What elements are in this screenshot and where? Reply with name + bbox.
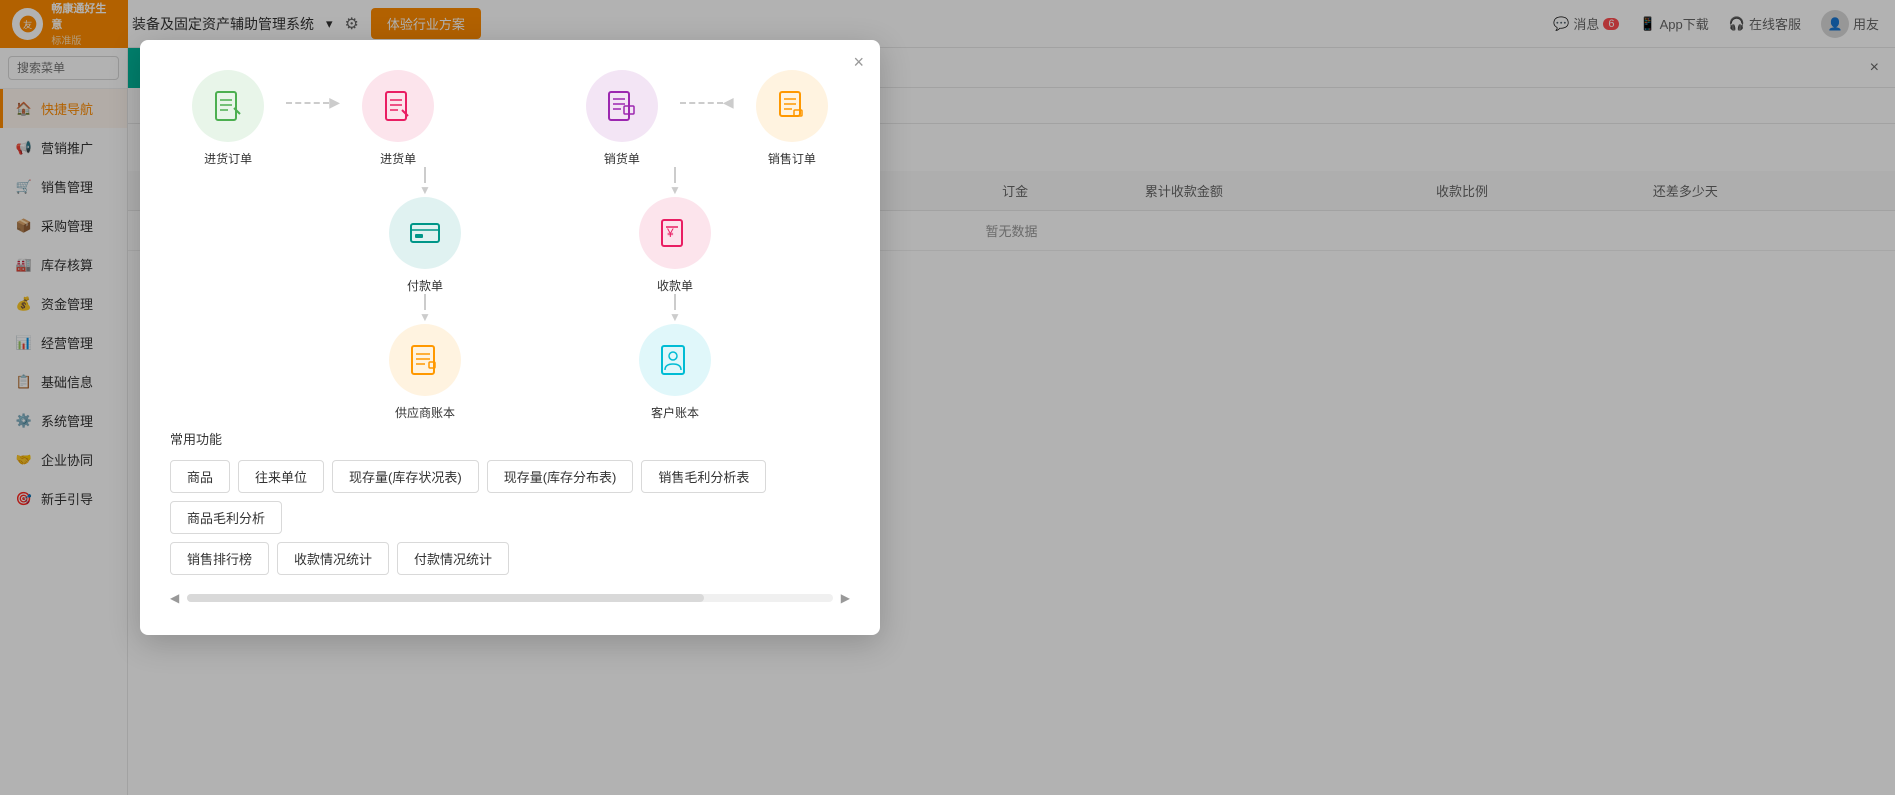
purchase-receipt-label: 进货单 (380, 150, 416, 167)
flow-customer-ledger[interactable]: 客户账本 (610, 324, 740, 421)
flow-sales-invoice[interactable]: 销货单 (564, 70, 680, 167)
payment-label: 付款单 (407, 277, 443, 294)
supplier-ledger-icon (389, 324, 461, 396)
flow-arrows-down-2: ▼ ▼ (170, 294, 850, 324)
flow-arrows-down: ▼ ▼ (170, 167, 850, 197)
customer-ledger-icon (639, 324, 711, 396)
content-area: 首页 销售订单执行表 × × ❓ 帮助 🖨 按模板打印 ▾ (128, 48, 1895, 795)
flow-sales-order[interactable]: 销售订单 (734, 70, 850, 167)
receipt-icon: ¥ (639, 197, 711, 269)
func-btn-payment-stats[interactable]: 付款情况统计 (397, 542, 509, 575)
sales-invoice-label: 销货单 (604, 150, 640, 167)
flow-row-1: 进货订单 ▶ 进 (170, 70, 850, 167)
arrow-h-2: ◀ (680, 94, 734, 111)
function-buttons-2: 销售排行榜 收款情况统计 付款情况统计 (170, 542, 850, 575)
arrow-v-purchase: ▼ (360, 167, 490, 197)
scrollbar-thumb (187, 594, 703, 602)
flow-receipt[interactable]: ¥ 收款单 (610, 197, 740, 294)
flow-row-3: 供应商账本 客户账本 (170, 324, 850, 421)
sales-order-label: 销售订单 (768, 150, 816, 167)
popup: × 进货订单 (140, 48, 880, 635)
func-btn-inventory-status[interactable]: 现存量(库存状况表) (332, 460, 479, 493)
flow-payment[interactable]: 付款单 (360, 197, 490, 294)
func-btn-sales-rank[interactable]: 销售排行榜 (170, 542, 269, 575)
sales-order-icon (756, 70, 828, 142)
flow-row-2: 付款单 ¥ 收款单 (170, 197, 850, 294)
func-btn-product[interactable]: 商品 (170, 460, 230, 493)
scroll-right-button[interactable]: ▶ (841, 591, 850, 605)
purchase-receipt-icon (362, 70, 434, 142)
flow-purchase-receipt[interactable]: 进货单 (340, 70, 456, 167)
flow-supplier-ledger[interactable]: 供应商账本 (360, 324, 490, 421)
overlay: × 进货订单 (128, 48, 1895, 795)
popup-scrollbar: ◀ ▶ (170, 591, 850, 605)
function-buttons: 商品 往来单位 现存量(库存状况表) 现存量(库存分布表) 销售毛利分析表 商品… (170, 460, 850, 534)
arrow-h-1: ▶ (286, 94, 340, 111)
flow-purchase-order[interactable]: 进货订单 (170, 70, 286, 167)
func-btn-receipt-stats[interactable]: 收款情况统计 (277, 542, 389, 575)
customer-ledger-label: 客户账本 (651, 404, 699, 421)
supplier-ledger-label: 供应商账本 (395, 404, 455, 421)
common-functions-section: 常用功能 商品 往来单位 现存量(库存状况表) 现存量(库存分布表) 销售毛利分… (170, 429, 850, 575)
flow-diagram: 进货订单 ▶ 进 (170, 70, 850, 421)
arrow-v-payment: ▼ (360, 294, 490, 324)
payment-icon (389, 197, 461, 269)
main-area: 🏠 快捷导航 📢 营销推广 🛒 销售管理 📦 采购管理 🏭 库存核 (0, 48, 1895, 795)
func-btn-product-profit[interactable]: 商品毛利分析 (170, 501, 282, 534)
svg-text:¥: ¥ (666, 226, 674, 240)
func-btn-contacts[interactable]: 往来单位 (238, 460, 324, 493)
popup-close-button[interactable]: × (853, 52, 864, 73)
sales-invoice-icon (586, 70, 658, 142)
arrow-v-receipt: ▼ (610, 294, 740, 324)
app-wrapper: 友 畅康通好生意 标准版 装备及固定资产辅助管理系统 ▾ ⚙ 体验行业方案 💬 … (0, 0, 1895, 795)
purchase-order-label: 进货订单 (204, 150, 252, 167)
func-btn-sales-profit[interactable]: 销售毛利分析表 (641, 460, 766, 493)
arrow-v-sales: ▼ (610, 167, 740, 197)
purchase-order-icon (192, 70, 264, 142)
common-functions-title: 常用功能 (170, 429, 850, 448)
scrollbar-track[interactable] (187, 594, 833, 602)
receipt-label: 收款单 (657, 277, 693, 294)
func-btn-inventory-dist[interactable]: 现存量(库存分布表) (487, 460, 634, 493)
scroll-left-button[interactable]: ◀ (170, 591, 179, 605)
